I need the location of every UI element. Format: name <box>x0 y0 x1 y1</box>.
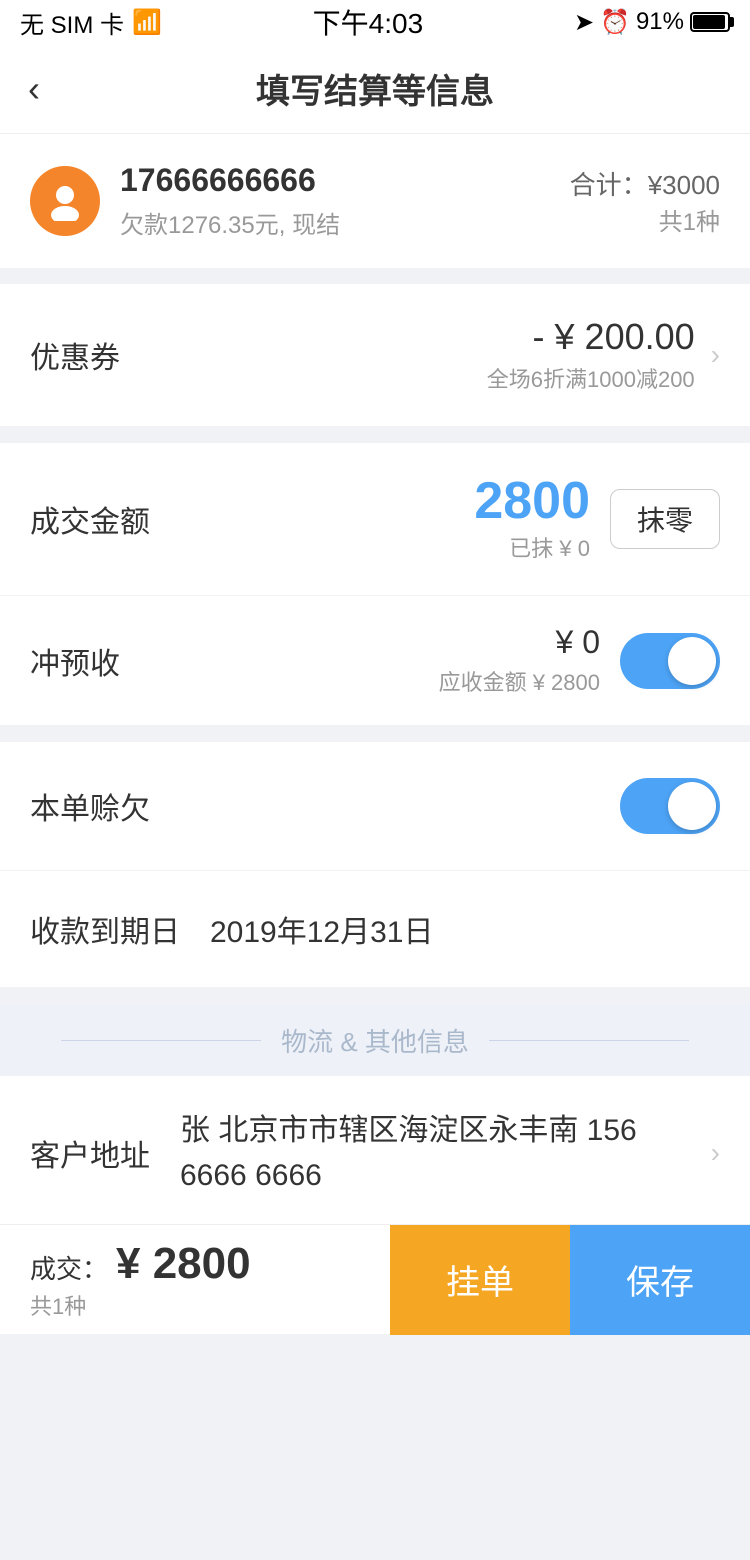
duedate-label: 收款到期日 <box>30 907 180 951</box>
deferred-toggle[interactable] <box>620 778 720 834</box>
prepay-right: ¥ 0 应收金额 ¥ 2800 <box>439 624 720 697</box>
bottom-deal-amount: ¥ 2800 <box>116 1239 251 1289</box>
divider-2 <box>0 726 750 742</box>
address-chevron-icon: › <box>711 1137 720 1169</box>
deferred-label: 本单赊欠 <box>30 784 150 828</box>
deal-right: 2800 已抹 ¥ 0 抹零 <box>474 475 720 563</box>
header-line-left <box>61 1040 261 1041</box>
sim-text: 无 SIM 卡 <box>20 5 124 40</box>
coupon-desc: 全场6折满1000减200 <box>487 362 695 394</box>
deal-amount-row: 成交金额 2800 已抹 ¥ 0 抹零 <box>0 443 750 596</box>
bottom-deal-label: 成交： <box>30 1249 108 1286</box>
nav-bar: ‹ 填写结算等信息 <box>0 44 750 134</box>
deferred-toggle-knob <box>668 782 716 830</box>
deal-amount-wrap: 2800 已抹 ¥ 0 <box>474 475 590 563</box>
customer-card: 17666666666 欠款1276.35元, 现结 合计：¥3000 共1种 <box>0 134 750 268</box>
round-zero-button[interactable]: 抹零 <box>610 489 720 549</box>
total-label: 合计：¥3000 <box>570 165 720 202</box>
divider-3 <box>0 988 750 1004</box>
deal-sub: 已抹 ¥ 0 <box>474 531 590 563</box>
status-right: ➤ ⏰ 91% <box>574 8 730 37</box>
customer-sub: 欠款1276.35元, 现结 <box>120 205 340 240</box>
avatar <box>30 166 100 236</box>
customer-right: 合计：¥3000 共1种 <box>570 165 720 237</box>
prepay-label: 冲预收 <box>30 639 120 683</box>
address-row[interactable]: 客户地址 张 北京市市辖区海淀区永丰南 156 6666 6666 › <box>0 1076 750 1230</box>
hold-button[interactable]: 挂单 <box>390 1225 570 1335</box>
content: 17666666666 欠款1276.35元, 现结 合计：¥3000 共1种 … <box>0 134 750 1560</box>
logistics-label: 物流 & 其他信息 <box>281 1022 469 1059</box>
chevron-right-icon: › <box>711 339 720 371</box>
wifi-icon: 📶 <box>132 8 162 37</box>
alarm-icon: ⏰ <box>600 8 630 37</box>
status-time: 下午4:03 <box>313 2 424 42</box>
page-title: 填写结算等信息 <box>256 64 494 113</box>
deal-number: 2800 <box>474 475 590 527</box>
status-left: 无 SIM 卡 📶 <box>20 5 162 40</box>
toggle-knob <box>668 637 716 685</box>
customer-info: 17666666666 欠款1276.35元, 现结 <box>120 162 340 240</box>
deal-amount-label: 成交金额 <box>30 497 150 541</box>
total-count: 共1种 <box>570 202 720 237</box>
bottom-bar: 成交： ¥ 2800 共1种 挂单 保存 <box>0 1224 750 1334</box>
save-button[interactable]: 保存 <box>570 1225 750 1335</box>
battery-percent: 91% <box>636 8 684 36</box>
address-value: 张 北京市市辖区海淀区永丰南 156 6666 6666 <box>180 1108 711 1198</box>
customer-left: 17666666666 欠款1276.35元, 现结 <box>30 162 340 240</box>
deferred-row: 本单赊欠 <box>0 742 750 871</box>
divider-1 <box>0 427 750 443</box>
coupon-right: - ¥ 200.00 全场6折满1000减200 › <box>487 316 720 394</box>
bottom-deal-row: 成交： ¥ 2800 <box>30 1239 360 1289</box>
bottom-left: 成交： ¥ 2800 共1种 <box>0 1239 390 1321</box>
prepay-row: 冲预收 ¥ 0 应收金额 ¥ 2800 <box>0 596 750 726</box>
location-icon: ➤ <box>574 8 594 37</box>
header-line-right <box>489 1040 689 1041</box>
prepay-toggle[interactable] <box>620 633 720 689</box>
coupon-amount: - ¥ 200.00 <box>487 316 695 358</box>
coupon-label: 优惠券 <box>30 333 120 377</box>
customer-phone: 17666666666 <box>120 162 340 199</box>
coupon-row[interactable]: 优惠券 - ¥ 200.00 全场6折满1000减200 › <box>0 284 750 427</box>
duedate-value: 2019年12月31日 <box>210 907 433 951</box>
duedate-row: 收款到期日 2019年12月31日 <box>0 871 750 988</box>
bottom-deal-count: 共1种 <box>30 1289 360 1321</box>
prepay-sub: 应收金额 ¥ 2800 <box>439 665 600 697</box>
status-bar: 无 SIM 卡 📶 下午4:03 ➤ ⏰ 91% <box>0 0 750 44</box>
logistics-section-header: 物流 & 其他信息 <box>0 1004 750 1076</box>
prepay-main: ¥ 0 <box>439 624 600 661</box>
address-label: 客户地址 <box>30 1131 150 1175</box>
prepay-amounts: ¥ 0 应收金额 ¥ 2800 <box>439 624 600 697</box>
battery-icon <box>690 12 730 32</box>
back-button[interactable]: ‹ <box>28 68 40 110</box>
